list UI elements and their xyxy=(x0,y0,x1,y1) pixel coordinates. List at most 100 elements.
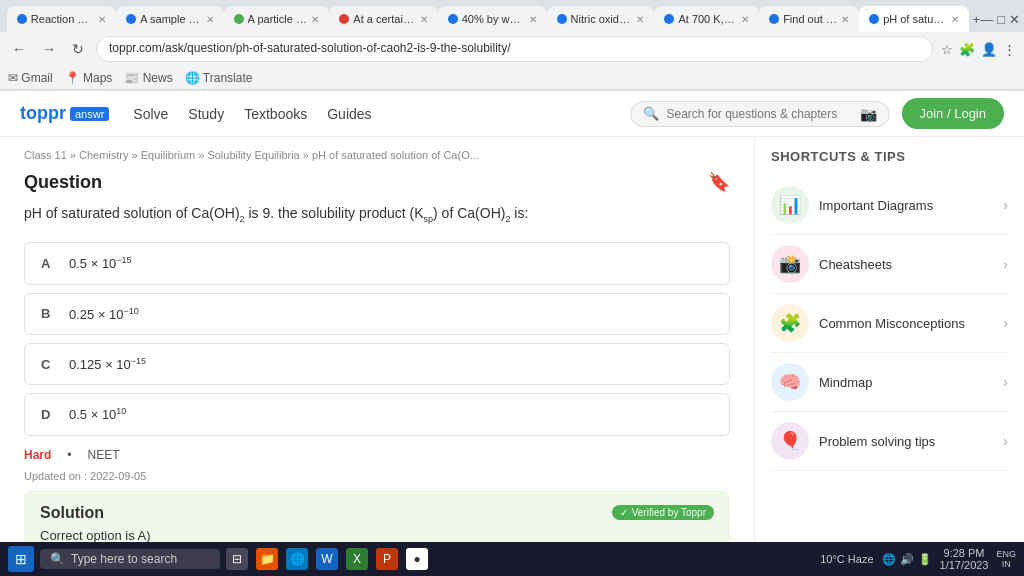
option-d-letter: D xyxy=(41,407,57,422)
tab-40percent[interactable]: 40% by weigh... ✕ xyxy=(438,6,547,32)
bookmarks-bar: ✉ Gmail 📍 Maps 📰 News 🌐 Translate xyxy=(0,66,1024,90)
taskbar-explorer[interactable]: 📁 xyxy=(256,548,278,570)
toppr-logo-text: toppr xyxy=(20,103,66,124)
address-bar-row: ← → ↻ toppr.com/ask/question/ph-of-satur… xyxy=(0,32,1024,66)
shortcut-cheatsheets[interactable]: 📸 Cheatsheets › xyxy=(771,235,1008,294)
tab-700k[interactable]: At 700 K, the... ✕ xyxy=(654,6,759,32)
volume-icon[interactable]: 🔊 xyxy=(900,553,914,566)
chevron-icon-4: › xyxy=(1003,433,1008,449)
network-icon[interactable]: 🌐 xyxy=(882,553,896,566)
shortcut-misconceptions[interactable]: 🧩 Common Misconceptions › xyxy=(771,294,1008,353)
tab-close-8[interactable]: ✕ xyxy=(841,14,849,25)
chevron-icon-1: › xyxy=(1003,256,1008,272)
updated-date: Updated on : 2022-09-05 xyxy=(24,470,730,482)
question-meta: Hard • NEET xyxy=(24,448,730,462)
tab-close-5[interactable]: ✕ xyxy=(529,14,537,25)
option-c-text: 0.125 × 10−15 xyxy=(69,356,146,372)
windows-start-button[interactable]: ⊞ xyxy=(8,546,34,572)
language-display: ENG IN xyxy=(996,549,1016,569)
correct-option-text: Correct option is A) xyxy=(40,528,714,543)
shortcut-mindmap[interactable]: 🧠 Mindmap › xyxy=(771,353,1008,412)
extension-icon[interactable]: 🧩 xyxy=(959,42,975,57)
diagrams-icon: 📊 xyxy=(771,186,809,224)
battery-icon[interactable]: 🔋 xyxy=(918,553,932,566)
bookmark-translate[interactable]: 🌐 Translate xyxy=(185,71,253,85)
tips-label: Problem solving tips xyxy=(819,434,935,449)
profile-icons: ☆ 🧩 👤 ⋮ xyxy=(941,42,1016,57)
chevron-icon-3: › xyxy=(1003,374,1008,390)
search-input[interactable] xyxy=(667,107,852,121)
nav-textbooks[interactable]: Textbooks xyxy=(244,106,307,122)
bookmark-news[interactable]: 📰 News xyxy=(124,71,172,85)
option-c[interactable]: C 0.125 × 10−15 xyxy=(24,343,730,385)
option-b[interactable]: B 0.25 × 10−10 xyxy=(24,293,730,335)
join-login-button[interactable]: Join / Login xyxy=(902,98,1005,129)
tab-close-7[interactable]: ✕ xyxy=(741,14,749,25)
exam-badge: NEET xyxy=(88,448,120,462)
breadcrumb: Class 11 » Chemistry » Equilibrium » Sol… xyxy=(24,149,730,161)
mindmap-icon: 🧠 xyxy=(771,363,809,401)
bookmark-maps[interactable]: 📍 Maps xyxy=(65,71,113,85)
tab-close[interactable]: ✕ xyxy=(98,14,106,25)
bookmark-question-icon[interactable]: 🔖 xyxy=(708,171,730,193)
taskbar-search-bar[interactable]: 🔍 Type here to search xyxy=(40,549,220,569)
taskbar-excel[interactable]: X xyxy=(346,548,368,570)
reload-button[interactable]: ↻ xyxy=(68,39,88,59)
main-content: Class 11 » Chemistry » Equilibrium » Sol… xyxy=(0,137,1024,576)
shortcut-problem-tips[interactable]: 🎈 Problem solving tips › xyxy=(771,412,1008,471)
chevron-icon-2: › xyxy=(1003,315,1008,331)
shortcuts-title: SHORTCUTS & TIPS xyxy=(771,149,1008,164)
taskbar-powerpoint[interactable]: P xyxy=(376,548,398,570)
tab-close-2[interactable]: ✕ xyxy=(206,14,214,25)
options-container: A 0.5 × 10−15 B 0.25 × 10−10 C 0.125 × 1… xyxy=(24,242,730,435)
taskbar-word[interactable]: W xyxy=(316,548,338,570)
restore-button[interactable]: □ xyxy=(997,12,1005,27)
option-d[interactable]: D 0.5 × 1010 xyxy=(24,393,730,435)
bookmark-gmail[interactable]: ✉ Gmail xyxy=(8,71,53,85)
tab-findout[interactable]: Find out the... ✕ xyxy=(759,6,859,32)
tab-particle[interactable]: A particle is fi... ✕ xyxy=(224,6,330,32)
tab-close-6[interactable]: ✕ xyxy=(636,14,644,25)
difficulty-badge: Hard xyxy=(24,448,51,462)
tab-nitric[interactable]: Nitric oxide re... ✕ xyxy=(547,6,655,32)
profile-icon[interactable]: 👤 xyxy=(981,42,997,57)
nav-study[interactable]: Study xyxy=(188,106,224,122)
taskbar-edge[interactable]: 🌐 xyxy=(286,548,308,570)
tab-close-3[interactable]: ✕ xyxy=(311,14,319,25)
check-icon: ✓ xyxy=(620,507,628,518)
verified-badge: ✓ Verified by Toppr xyxy=(612,505,714,520)
option-a[interactable]: A 0.5 × 10−15 xyxy=(24,242,730,284)
close-button[interactable]: ✕ xyxy=(1009,12,1020,27)
address-input[interactable]: toppr.com/ask/question/ph-of-saturated-s… xyxy=(96,36,933,62)
nav-guides[interactable]: Guides xyxy=(327,106,371,122)
tips-icon: 🎈 xyxy=(771,422,809,460)
shortcut-important-diagrams[interactable]: 📊 Important Diagrams › xyxy=(771,176,1008,235)
tab-temperature[interactable]: At a certain te... ✕ xyxy=(329,6,437,32)
content-area: Class 11 » Chemistry » Equilibrium » Sol… xyxy=(0,137,754,576)
nav-solve[interactable]: Solve xyxy=(133,106,168,122)
tab-sample[interactable]: A sample of b... ✕ xyxy=(116,6,223,32)
option-d-text: 0.5 × 1010 xyxy=(69,406,126,422)
tab-close-4[interactable]: ✕ xyxy=(420,14,428,25)
settings-icon[interactable]: ⋮ xyxy=(1003,42,1016,57)
bookmark-star-icon[interactable]: ☆ xyxy=(941,42,953,57)
tab-bar: Reaction betw... ✕ A sample of b... ✕ A … xyxy=(0,0,1024,32)
taskbar-chrome[interactable]: ● xyxy=(406,548,428,570)
solution-header: Solution ✓ Verified by Toppr xyxy=(40,504,714,522)
toppr-navbar: toppr answr Solve Study Textbooks Guides… xyxy=(0,91,1024,137)
tab-reaction[interactable]: Reaction betw... ✕ xyxy=(7,6,116,32)
toppr-logo-sub: answr xyxy=(70,107,109,121)
cheatsheets-icon: 📸 xyxy=(771,245,809,283)
misconceptions-label: Common Misconceptions xyxy=(819,316,965,331)
nav-links: Solve Study Textbooks Guides xyxy=(133,106,629,122)
forward-button[interactable]: → xyxy=(38,39,60,59)
tab-close-9[interactable]: ✕ xyxy=(951,14,959,25)
minimize-button[interactable]: — xyxy=(980,12,993,27)
new-tab-button[interactable]: + xyxy=(973,12,981,27)
clock-area[interactable]: 9:28 PM 1/17/2023 xyxy=(940,547,989,571)
tab-ph-saturated[interactable]: pH of saturate... ✕ xyxy=(859,6,968,32)
camera-icon[interactable]: 📷 xyxy=(860,106,877,122)
toppr-search-bar[interactable]: 🔍 📷 xyxy=(630,101,890,127)
taskbar-multitasking[interactable]: ⊟ xyxy=(226,548,248,570)
back-button[interactable]: ← xyxy=(8,39,30,59)
